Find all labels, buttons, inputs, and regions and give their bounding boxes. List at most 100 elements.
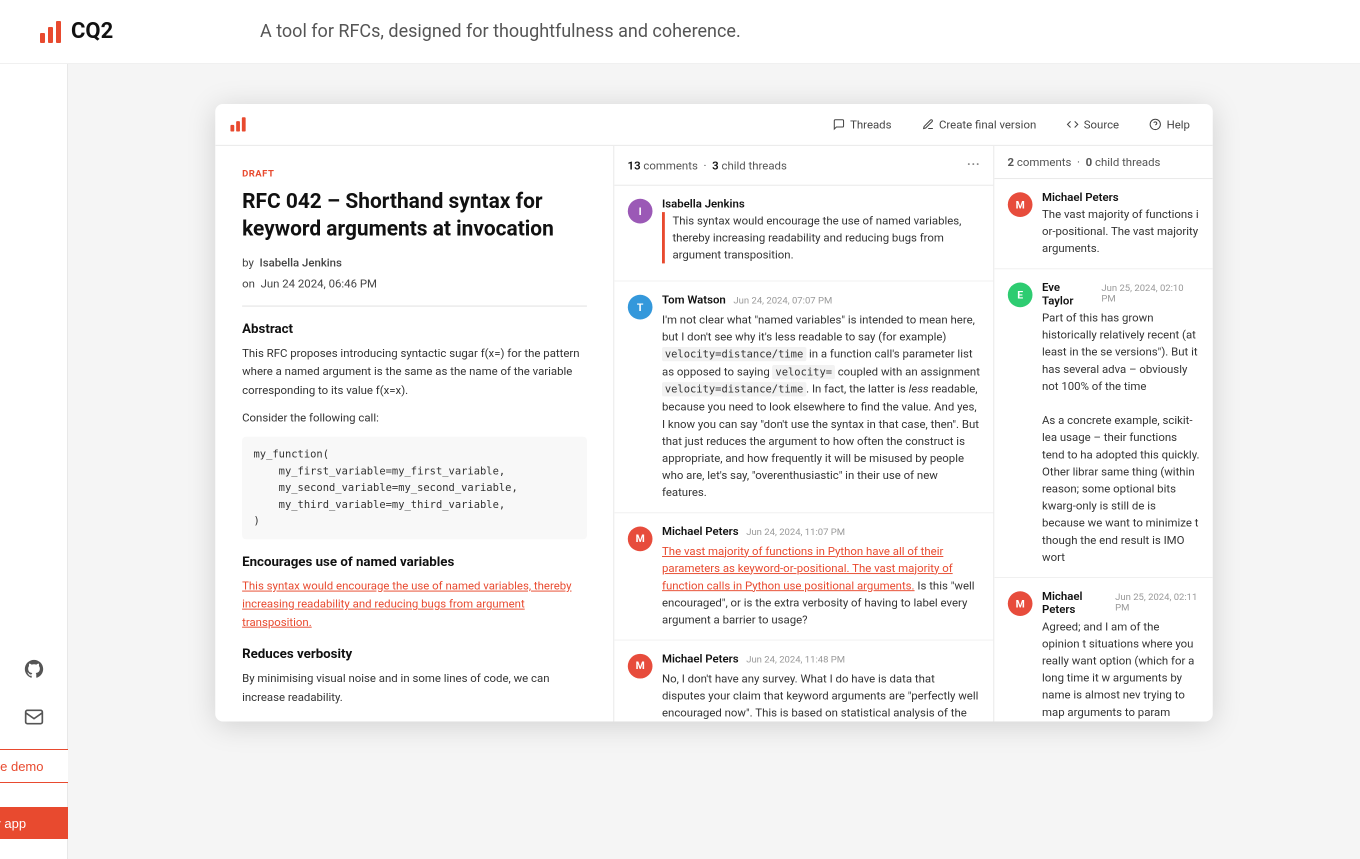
comment-header: Tom Watson Jun 24, 2024, 07:07 PM [662, 293, 980, 311]
comment-date: Jun 24, 2024, 11:07 PM [746, 527, 845, 537]
topbar-bar-1 [230, 125, 234, 132]
avatar: T [628, 295, 653, 320]
comment-text: I'm not clear what "named variables" is … [662, 311, 980, 501]
github-icon[interactable] [18, 653, 50, 685]
comment-header: Michael Peters Jun 24, 2024, 11:48 PM [662, 652, 980, 670]
mail-icon[interactable] [18, 701, 50, 733]
comment-quote: This syntax would encourage the use of n… [662, 212, 980, 263]
logo-name: CQ2 [71, 19, 113, 44]
sidebar: Live demo → Try app → [0, 64, 68, 859]
logo-icon [40, 21, 61, 43]
draft-badge: DRAFT [242, 169, 587, 179]
rfc-on-label: on [242, 277, 255, 290]
live-demo-label: Live demo [0, 759, 43, 774]
avatar: I [628, 199, 653, 224]
comments-more-button[interactable]: ··· [967, 155, 980, 175]
inline-code: velocity=distance/time [662, 347, 806, 361]
section1-text: This syntax would encourage the use of n… [242, 577, 587, 632]
list-item: M Michael Peters Jun 25, 2024, 02:11 PM … [994, 578, 1213, 721]
content-area: Threads Create final version Source Help [68, 64, 1360, 859]
app-body: DRAFT RFC 042 – Shorthand syntax for key… [215, 146, 1213, 722]
source-icon [1067, 118, 1079, 130]
help-button[interactable]: Help [1142, 114, 1198, 135]
thread-child-count: 0 [1086, 155, 1093, 168]
comment-body: Eve Taylor Jun 25, 2024, 02:10 PM Part o… [1042, 281, 1200, 566]
list-item: M Michael Peters Jun 24, 2024, 11:48 PM … [614, 640, 993, 721]
avatar: M [1008, 591, 1033, 616]
rfc-by-label: by [242, 256, 254, 269]
comment-text: The vast majority of functions in Python… [662, 542, 980, 628]
help-icon [1149, 118, 1161, 130]
threads-button[interactable]: Threads [825, 114, 899, 135]
avatar: E [1008, 283, 1033, 308]
logo-bar-3 [56, 21, 61, 43]
comment-body: Isabella Jenkins This syntax would encou… [662, 197, 980, 269]
comments-panel: 13 comments · 3 child threads ··· I [614, 146, 994, 722]
comments-count-label: comments [643, 159, 697, 172]
comment-body: Michael Peters The vast majority of func… [1042, 190, 1200, 257]
abstract-text: This RFC proposes introducing syntactic … [242, 345, 587, 400]
thread-comments-label: comments [1017, 155, 1071, 168]
app-topbar: Threads Create final version Source Help [215, 104, 1213, 146]
thread-child-label: child threads [1095, 155, 1160, 168]
rfc-author-meta: by Isabella Jenkins [242, 256, 587, 269]
code-content: my_function( my_first_variable=my_first_… [253, 446, 575, 530]
rfc-title: RFC 042 – Shorthand syntax for keyword a… [242, 189, 587, 243]
thread-meta: 2 comments · 0 child threads [1008, 155, 1161, 168]
highlighted-text: The vast majority of functions in Python… [662, 544, 953, 592]
consider-text: Consider the following call: [242, 409, 587, 427]
create-final-icon [922, 118, 934, 130]
comment-header: Michael Peters Jun 25, 2024, 02:11 PM [1042, 589, 1200, 618]
comment-text: Agreed; and I am of the opinion t situat… [1042, 618, 1200, 722]
list-item: T Tom Watson Jun 24, 2024, 07:07 PM I'm … [614, 282, 993, 513]
comment-date: Jun 25, 2024, 02:10 PM [1101, 284, 1199, 305]
comment-body: Tom Watson Jun 24, 2024, 07:07 PM I'm no… [662, 293, 980, 501]
logo-area: CQ2 [40, 19, 260, 44]
logo-bar-2 [48, 27, 53, 43]
comment-text: Part of this has grown historically rela… [1042, 309, 1200, 565]
comment-author: Michael Peters [662, 524, 739, 537]
section1-title: Encourages use of named variables [242, 554, 587, 569]
logo-bar-1 [40, 33, 45, 43]
try-app-label: Try app [0, 816, 26, 831]
comments-count: 13 [628, 159, 641, 172]
app-mockup: Threads Create final version Source Help [215, 104, 1213, 722]
thread-comments-count: 2 [1008, 155, 1015, 168]
code-block: my_function( my_first_variable=my_first_… [242, 436, 587, 539]
header-tagline: A tool for RFCs, designed for thoughtful… [260, 21, 1320, 42]
source-label: Source [1084, 118, 1119, 131]
comment-author: Tom Watson [662, 293, 726, 306]
list-item: I Isabella Jenkins This syntax would enc… [614, 186, 993, 282]
thread-list: M Michael Peters The vast majority of fu… [994, 179, 1213, 721]
source-button[interactable]: Source [1059, 114, 1127, 135]
comment-author: Michael Peters [1042, 190, 1200, 203]
comment-header: Eve Taylor Jun 25, 2024, 02:10 PM [1042, 281, 1200, 310]
comment-author: Michael Peters [1042, 589, 1108, 616]
rfc-divider [242, 306, 587, 307]
comments-list: I Isabella Jenkins This syntax would enc… [614, 186, 993, 722]
comment-author: Eve Taylor [1042, 281, 1094, 308]
create-final-button[interactable]: Create final version [914, 114, 1044, 135]
avatar: M [628, 654, 653, 679]
threads-count: 3 [712, 159, 719, 172]
threads-count-label: child threads [721, 159, 786, 172]
rfc-date: Jun 24 2024, 06:46 PM [260, 277, 376, 290]
help-label: Help [1167, 118, 1190, 131]
section2-title: Reduces verbosity [242, 647, 587, 662]
avatar: M [1008, 192, 1033, 217]
avatar: M [628, 526, 653, 551]
comment-author: Isabella Jenkins [662, 197, 980, 210]
list-item: M Michael Peters The vast majority of fu… [994, 179, 1213, 269]
thread-panel: 2 comments · 0 child threads M Mich [994, 146, 1213, 722]
comments-meta: 13 comments · 3 child threads [628, 159, 787, 172]
list-item: M Michael Peters Jun 24, 2024, 11:07 PM … [614, 513, 993, 640]
comment-body: Michael Peters Jun 24, 2024, 11:07 PM Th… [662, 524, 980, 628]
comment-text: The vast majority of functions i or-posi… [1042, 206, 1200, 257]
main-layout: Live demo → Try app → Threads [0, 64, 1360, 859]
comment-text: No, I don't have any survey. What I do h… [662, 670, 980, 722]
rfc-panel: DRAFT RFC 042 – Shorthand syntax for key… [215, 146, 614, 722]
section2-text: By minimising visual noise and in some l… [242, 670, 587, 706]
rfc-author: Isabella Jenkins [259, 256, 341, 269]
header: CQ2 A tool for RFCs, designed for though… [0, 0, 1360, 64]
list-item: E Eve Taylor Jun 25, 2024, 02:10 PM Part… [994, 269, 1213, 578]
